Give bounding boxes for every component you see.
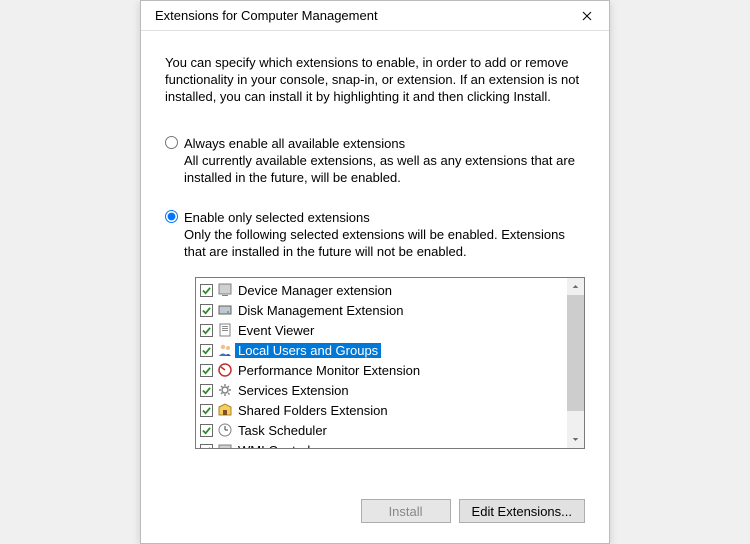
checkbox[interactable] [200,344,213,357]
option-all: Always enable all available extensions A… [165,136,585,187]
dialog-buttons: Install Edit Extensions... [141,485,609,543]
check-icon [202,386,211,395]
clock-icon [217,422,233,438]
install-button[interactable]: Install [361,499,451,523]
check-icon [202,326,211,335]
list-item[interactable]: Event Viewer [196,320,567,340]
checkbox[interactable] [200,404,213,417]
device-icon [217,282,233,298]
services-icon [217,382,233,398]
radio-selected[interactable] [165,210,178,223]
edit-extensions-button[interactable]: Edit Extensions... [459,499,585,523]
checkbox[interactable] [200,444,213,449]
list-item-label: Shared Folders Extension [235,403,391,418]
extensions-list-body[interactable]: Device Manager extension Disk Management … [196,278,567,448]
extensions-list: Device Manager extension Disk Management … [195,277,585,449]
checkbox[interactable] [200,384,213,397]
list-item-label: Task Scheduler [235,423,330,438]
checkbox[interactable] [200,304,213,317]
option-selected: Enable only selected extensions Only the… [165,210,585,261]
list-item-label: Performance Monitor Extension [235,363,423,378]
list-item[interactable]: Shared Folders Extension [196,400,567,420]
title-bar: Extensions for Computer Management [141,1,609,31]
checkbox[interactable] [200,364,213,377]
list-item[interactable]: WMI Control [196,440,567,448]
list-item[interactable]: Services Extension [196,380,567,400]
radio-selected-label: Enable only selected extensions [184,210,370,225]
radio-all[interactable] [165,136,178,149]
scroll-down-button[interactable] [567,431,584,448]
chevron-down-icon [572,436,579,443]
list-item-label: Device Manager extension [235,283,395,298]
extensions-dialog: Extensions for Computer Management You c… [140,0,610,544]
close-icon [582,11,592,21]
radio-all-desc: All currently available extensions, as w… [165,153,585,187]
scroll-up-button[interactable] [567,278,584,295]
check-icon [202,306,211,315]
list-item-label: Event Viewer [235,323,317,338]
list-item[interactable]: Task Scheduler [196,420,567,440]
list-item-label: Local Users and Groups [235,343,381,358]
chevron-up-icon [572,283,579,290]
check-icon [202,406,211,415]
list-item[interactable]: Device Manager extension [196,280,567,300]
check-icon [202,426,211,435]
check-icon [202,346,211,355]
disk-icon [217,302,233,318]
checkbox[interactable] [200,424,213,437]
scrollbar[interactable] [567,278,584,448]
users-icon [217,342,233,358]
check-icon [202,366,211,375]
list-item-label: WMI Control [235,443,313,449]
dialog-content: You can specify which extensions to enab… [141,31,609,485]
radio-selected-desc: Only the following selected extensions w… [165,227,585,261]
list-item[interactable]: Performance Monitor Extension [196,360,567,380]
list-item-label: Disk Management Extension [235,303,406,318]
checkbox[interactable] [200,284,213,297]
list-item[interactable]: Disk Management Extension [196,300,567,320]
window-title: Extensions for Computer Management [155,8,567,23]
wmi-icon [217,442,233,448]
event-icon [217,322,233,338]
scroll-track[interactable] [567,295,584,431]
scroll-thumb[interactable] [567,295,584,411]
list-item-label: Services Extension [235,383,352,398]
intro-text: You can specify which extensions to enab… [165,55,585,106]
close-button[interactable] [567,2,607,30]
check-icon [202,286,211,295]
radio-all-label: Always enable all available extensions [184,136,405,151]
shared-icon [217,402,233,418]
perf-icon [217,362,233,378]
check-icon [202,446,211,449]
list-item[interactable]: Local Users and Groups [196,340,567,360]
checkbox[interactable] [200,324,213,337]
